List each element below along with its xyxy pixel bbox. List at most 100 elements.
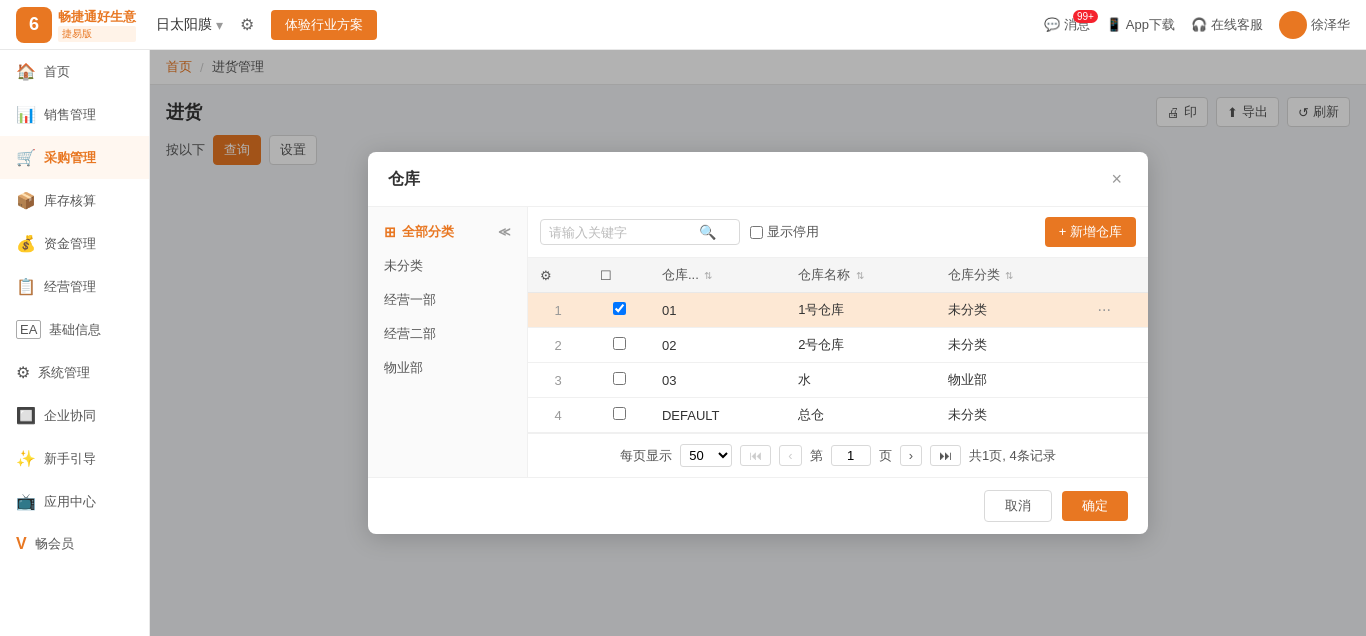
finance-icon: 💰 [16, 234, 36, 253]
sidebar-item-member[interactable]: V 畅会员 [0, 523, 149, 565]
page-label: 第 [810, 447, 823, 465]
apps-icon: 📺 [16, 492, 36, 511]
search-icon[interactable]: 🔍 [699, 224, 716, 240]
last-page-button[interactable]: ⏭ [930, 445, 961, 466]
row-category: 未分类 [936, 328, 1086, 363]
sales-icon: 📊 [16, 105, 36, 124]
row-num: 4 [528, 398, 588, 433]
collapse-icon[interactable]: ≪ [498, 225, 511, 239]
member-icon: V [16, 535, 27, 553]
home-icon: 🏠 [16, 62, 36, 81]
col-checkbox[interactable]: ☐ [588, 258, 650, 293]
show-disabled-checkbox[interactable] [750, 226, 763, 239]
row-num: 3 [528, 363, 588, 398]
col-category: 仓库分类 ⇅ [936, 258, 1086, 293]
first-page-button[interactable]: ⏮ [740, 445, 771, 466]
customer-service-button[interactable]: 🎧 在线客服 [1191, 16, 1263, 34]
total-info: 共1页, 4条记录 [969, 447, 1056, 465]
all-categories-label: 全部分类 [402, 223, 454, 241]
enterprise-icon: 🔲 [16, 406, 36, 425]
logo-text: 畅捷通好生意 捷易版 [58, 8, 136, 42]
page-suffix: 页 [879, 447, 892, 465]
search-input-wrap: 🔍 [540, 219, 740, 245]
basic-info-icon: EA [16, 320, 41, 339]
page-size-select[interactable]: 50 10 20 100 [680, 444, 732, 467]
all-categories-item[interactable]: ⊞ 全部分类 ≪ [368, 215, 527, 249]
sidebar-item-sales[interactable]: 📊 销售管理 [0, 93, 149, 136]
topbar-right: 💬 消息 99+ 📱 App下载 🎧 在线客服 徐泽华 [1044, 11, 1350, 39]
table-row[interactable]: 4 DEFAULT 总仓 未分类 [528, 398, 1148, 433]
confirm-button[interactable]: 确定 [1062, 491, 1128, 521]
modal-sidebar-property[interactable]: 物业部 [368, 351, 527, 385]
content-area: 首页 / 进货管理 进货 🖨 印 ⬆ 导出 ↺ 刷新 按以下 查询 设置 仓库 [150, 50, 1366, 636]
table-header: ⚙ ☐ 仓库... ⇅ 仓库名称 ⇅ 仓库分类 ⇅ [528, 258, 1148, 293]
store-selector[interactable]: 日太阳膜 ▾ [156, 16, 223, 34]
logo-icon: 6 [16, 7, 52, 43]
modal-title: 仓库 [388, 169, 420, 190]
row-more[interactable] [1086, 363, 1148, 398]
row-code: 03 [650, 363, 786, 398]
sidebar-item-basic-info[interactable]: EA 基础信息 [0, 308, 149, 351]
modal-table: ⚙ ☐ 仓库... ⇅ 仓库名称 ⇅ 仓库分类 ⇅ [528, 258, 1148, 433]
row-name: 总仓 [786, 398, 936, 433]
topbar: 6 畅捷通好生意 捷易版 日太阳膜 ▾ ⚙ 体验行业方案 💬 消息 99+ 📱 … [0, 0, 1366, 50]
sidebar-item-purchase[interactable]: 🛒 采购管理 [0, 136, 149, 179]
modal-sidebar-dept1[interactable]: 经营一部 [368, 283, 527, 317]
col-settings[interactable]: ⚙ [528, 258, 588, 293]
modal-sidebar-dept2[interactable]: 经营二部 [368, 317, 527, 351]
modal-pagination: 每页显示 50 10 20 100 ⏮ ‹ 第 页 [528, 433, 1148, 477]
prev-page-button[interactable]: ‹ [779, 445, 801, 466]
next-page-button[interactable]: › [900, 445, 922, 466]
modal-close-button[interactable]: × [1105, 168, 1128, 190]
sidebar-item-apps[interactable]: 📺 应用中心 [0, 480, 149, 523]
sidebar-item-inventory[interactable]: 📦 库存核算 [0, 179, 149, 222]
modal-body: ⊞ 全部分类 ≪ 未分类 经营一部 经营二部 物业部 [368, 207, 1148, 477]
sidebar-item-system[interactable]: ⚙ 系统管理 [0, 351, 149, 394]
page-input[interactable] [831, 445, 871, 466]
row-name: 2号仓库 [786, 328, 936, 363]
row-checkbox[interactable] [588, 293, 650, 328]
table-row[interactable]: 2 02 2号仓库 未分类 [528, 328, 1148, 363]
row-name: 水 [786, 363, 936, 398]
sidebar: 🏠 首页 📊 销售管理 🛒 采购管理 📦 库存核算 💰 资金管理 📋 经营管理 … [0, 50, 150, 636]
row-num: 1 [528, 293, 588, 328]
row-checkbox[interactable] [588, 328, 650, 363]
user-menu[interactable]: 徐泽华 [1279, 11, 1350, 39]
sidebar-item-operations[interactable]: 📋 经营管理 [0, 265, 149, 308]
sidebar-item-finance[interactable]: 💰 资金管理 [0, 222, 149, 265]
warehouse-modal: 仓库 × ⊞ 全部分类 ≪ 未分类 经营一部 经营二部 [368, 152, 1148, 534]
row-num: 2 [528, 328, 588, 363]
main-layout: 🏠 首页 📊 销售管理 🛒 采购管理 📦 库存核算 💰 资金管理 📋 经营管理 … [0, 50, 1366, 636]
table-row[interactable]: 1 01 1号仓库 未分类 ··· [528, 293, 1148, 328]
row-checkbox[interactable] [588, 398, 650, 433]
modal-sidebar: ⊞ 全部分类 ≪ 未分类 经营一部 经营二部 物业部 [368, 207, 528, 477]
show-disabled-label[interactable]: 显示停用 [750, 223, 819, 241]
trial-button[interactable]: 体验行业方案 [271, 10, 377, 40]
row-more[interactable] [1086, 328, 1148, 363]
warehouse-table: ⚙ ☐ 仓库... ⇅ 仓库名称 ⇅ 仓库分类 ⇅ [528, 258, 1148, 433]
modal-sidebar-uncategorized[interactable]: 未分类 [368, 249, 527, 283]
search-input[interactable] [549, 225, 699, 240]
settings-icon[interactable]: ⚙ [231, 9, 263, 41]
sidebar-item-home[interactable]: 🏠 首页 [0, 50, 149, 93]
cancel-button[interactable]: 取消 [984, 490, 1052, 522]
message-button[interactable]: 💬 消息 99+ [1044, 16, 1090, 34]
sidebar-item-guide[interactable]: ✨ 新手引导 [0, 437, 149, 480]
modal-backdrop: 仓库 × ⊞ 全部分类 ≪ 未分类 经营一部 经营二部 [150, 50, 1366, 636]
row-more[interactable]: ··· [1086, 293, 1148, 328]
grid-icon: ⊞ [384, 224, 396, 240]
app-download-button[interactable]: 📱 App下载 [1106, 16, 1175, 34]
operations-icon: 📋 [16, 277, 36, 296]
row-more[interactable] [1086, 398, 1148, 433]
table-row[interactable]: 3 03 水 物业部 [528, 363, 1148, 398]
guide-icon: ✨ [16, 449, 36, 468]
logo: 6 畅捷通好生意 捷易版 [16, 7, 136, 43]
modal-footer: 取消 确定 [368, 477, 1148, 534]
headset-icon: 🎧 [1191, 17, 1207, 32]
add-warehouse-button[interactable]: + 新增仓库 [1045, 217, 1136, 247]
avatar [1279, 11, 1307, 39]
row-checkbox[interactable] [588, 363, 650, 398]
system-icon: ⚙ [16, 363, 30, 382]
inventory-icon: 📦 [16, 191, 36, 210]
sidebar-item-enterprise[interactable]: 🔲 企业协同 [0, 394, 149, 437]
